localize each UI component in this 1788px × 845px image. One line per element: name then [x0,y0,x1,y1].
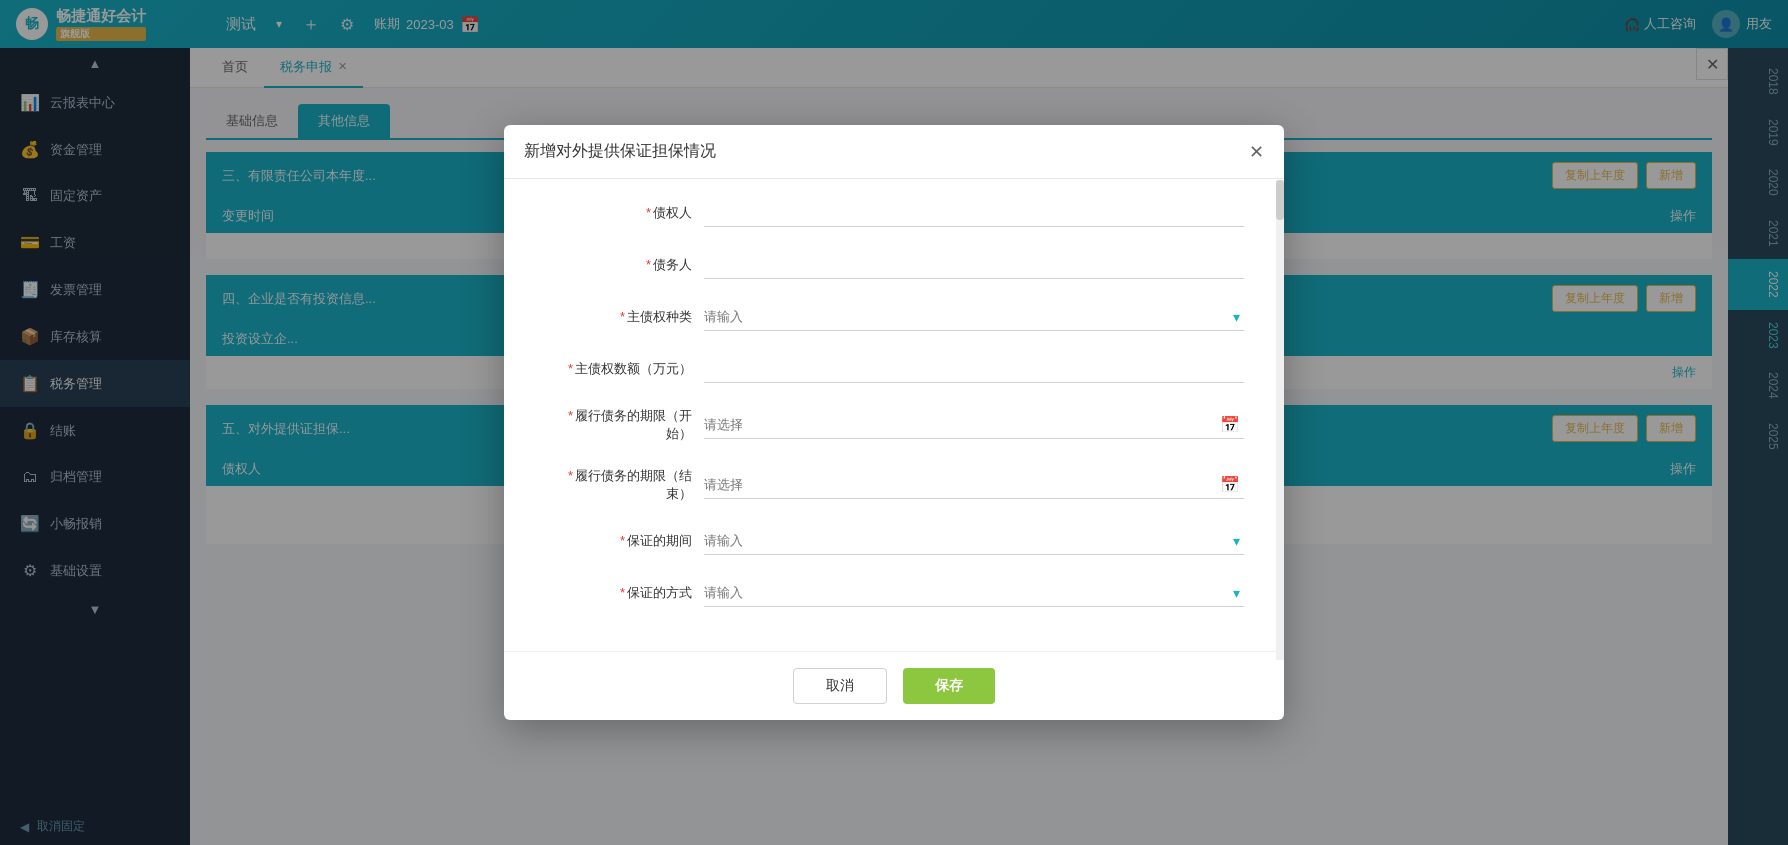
debtor-input[interactable] [704,251,1244,279]
period-start-date-wrap: 📅 [704,411,1244,439]
debt-amount-label: *主债权数额（万元） [544,360,704,378]
form-row-guarantee-method: *保证的方式 ▾ [544,579,1244,607]
creditor-input[interactable] [704,199,1244,227]
modal-footer: 取消 保存 [504,651,1284,720]
modal-title: 新增对外提供保证担保情况 [524,141,716,162]
form-row-guarantee-period: *保证的期间 ▾ [544,527,1244,555]
period-end-label: *履行债务的期限（结束） [544,467,704,503]
debtor-required-mark: * [646,257,651,272]
period-end-date-wrap: 📅 [704,471,1244,499]
guarantee-period-select-wrap: ▾ [704,527,1244,555]
modal-scrollbar[interactable] [1276,180,1284,660]
period-start-input[interactable] [704,411,1216,438]
debt-type-input[interactable] [704,303,1229,330]
debt-amount-input[interactable] [704,355,1244,383]
guarantee-method-required-mark: * [620,585,625,600]
guarantee-period-label-text: 保证的期间 [627,533,692,548]
debt-type-dropdown-icon[interactable]: ▾ [1229,309,1244,325]
guarantee-method-input[interactable] [704,579,1229,606]
save-button[interactable]: 保存 [903,668,995,704]
modal-close-button[interactable]: ✕ [1249,143,1264,161]
modal-scrollbar-thumb [1276,180,1284,220]
form-row-period-start: *履行债务的期限（开始） 📅 [544,407,1244,443]
period-end-required-mark: * [568,468,573,483]
creditor-required-mark: * [646,205,651,220]
guarantee-method-select-wrap: ▾ [704,579,1244,607]
modal-overlay: 新增对外提供保证担保情况 ✕ *债权人 *债务人 [0,0,1788,845]
form-row-debt-type: *主债权种类 ▾ [544,303,1244,331]
guarantee-method-label: *保证的方式 [544,584,704,602]
debtor-input-wrap [704,251,1244,279]
creditor-input-wrap [704,199,1244,227]
modal-header: 新增对外提供保证担保情况 ✕ [504,125,1284,179]
debt-amount-required-mark: * [568,361,573,376]
guarantee-method-label-text: 保证的方式 [627,585,692,600]
period-end-input[interactable] [704,471,1216,498]
modal-body: *债权人 *债务人 *主债权种类 [504,179,1284,651]
guarantee-period-required-mark: * [620,533,625,548]
debt-type-label: *主债权种类 [544,308,704,326]
period-start-calendar-icon[interactable]: 📅 [1216,415,1244,434]
debt-type-label-text: 主债权种类 [627,309,692,324]
form-row-period-end: *履行债务的期限（结束） 📅 [544,467,1244,503]
guarantee-period-dropdown-icon[interactable]: ▾ [1229,533,1244,549]
guarantee-method-dropdown-icon[interactable]: ▾ [1229,585,1244,601]
form-row-debt-amount: *主债权数额（万元） [544,355,1244,383]
form-row-creditor: *债权人 [544,199,1244,227]
period-start-label-text: 履行债务的期限（开始） [575,408,692,441]
period-end-label-text: 履行债务的期限（结束） [575,468,692,501]
debtor-label: *债务人 [544,256,704,274]
debt-type-select-wrap: ▾ [704,303,1244,331]
debtor-label-text: 债务人 [653,257,692,272]
guarantee-period-label: *保证的期间 [544,532,704,550]
period-start-required-mark: * [568,408,573,423]
period-start-label: *履行债务的期限（开始） [544,407,704,443]
creditor-label-text: 债权人 [653,205,692,220]
period-end-calendar-icon[interactable]: 📅 [1216,475,1244,494]
creditor-label: *债权人 [544,204,704,222]
cancel-button[interactable]: 取消 [793,668,887,704]
debt-amount-label-text: 主债权数额（万元） [575,361,692,376]
debt-amount-input-wrap [704,355,1244,383]
modal-dialog: 新增对外提供保证担保情况 ✕ *债权人 *债务人 [504,125,1284,720]
debt-type-required-mark: * [620,309,625,324]
guarantee-period-input[interactable] [704,527,1229,554]
form-row-debtor: *债务人 [544,251,1244,279]
